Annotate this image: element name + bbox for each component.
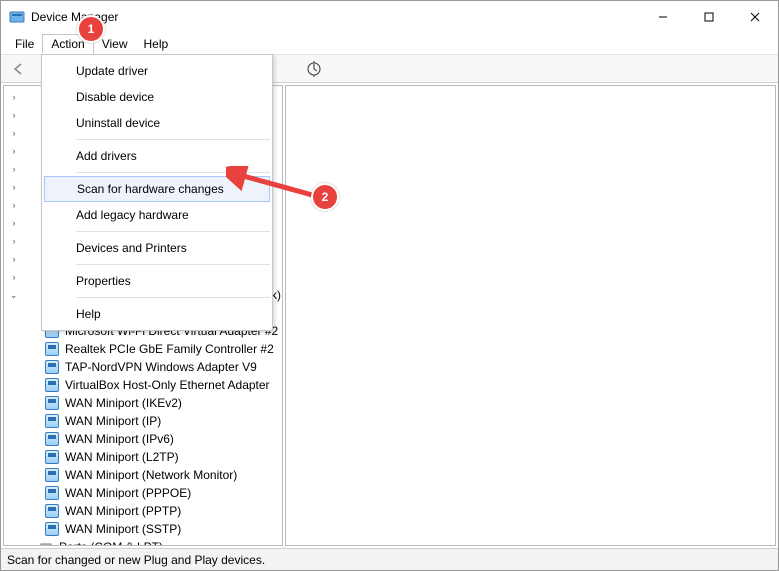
tree-device[interactable]: WAN Miniport (IPv6) (4, 430, 282, 448)
menu-item-label: Add legacy hardware (76, 208, 189, 222)
network-adapter-icon (44, 485, 60, 501)
menu-help[interactable]: Help (136, 35, 177, 53)
tree-device[interactable]: WAN Miniport (L2TP) (4, 448, 282, 466)
chevron-right-icon: › (8, 181, 20, 193)
device-label: WAN Miniport (Network Monitor) (64, 468, 238, 482)
device-label: TAP-NordVPN Windows Adapter V9 (64, 360, 258, 374)
menu-separator (76, 139, 270, 140)
tree-device[interactable]: WAN Miniport (IKEv2) (4, 394, 282, 412)
scan-hardware-icon[interactable] (302, 57, 326, 81)
status-text: Scan for changed or new Plug and Play de… (7, 553, 265, 567)
network-adapter-icon (44, 341, 60, 357)
minimize-button[interactable] (640, 1, 686, 33)
tree-device[interactable]: VirtualBox Host-Only Ethernet Adapter (4, 376, 282, 394)
device-label: WAN Miniport (L2TP) (64, 450, 180, 464)
network-adapter-icon (44, 467, 60, 483)
tree-node-label: Ports (COM & LPT) (58, 540, 164, 545)
tree-node-ports[interactable]: › Ports (COM & LPT) (4, 538, 282, 545)
network-adapter-icon (44, 521, 60, 537)
network-adapter-icon (44, 449, 60, 465)
chevron-right-icon: › (26, 541, 38, 545)
chevron-down-icon: ⌄ (8, 289, 19, 301)
menu-properties[interactable]: Properties (42, 268, 272, 294)
close-button[interactable] (732, 1, 778, 33)
status-bar: Scan for changed or new Plug and Play de… (1, 548, 778, 570)
tree-device[interactable]: WAN Miniport (Network Monitor) (4, 466, 282, 484)
ports-icon (38, 539, 54, 545)
tree-device[interactable]: WAN Miniport (IP) (4, 412, 282, 430)
menu-disable-device[interactable]: Disable device (42, 84, 272, 110)
device-label: WAN Miniport (SSTP) (64, 522, 182, 536)
details-pane (285, 85, 776, 546)
menu-devices-printers[interactable]: Devices and Printers (42, 235, 272, 261)
tree-device[interactable]: TAP-NordVPN Windows Adapter V9 (4, 358, 282, 376)
menu-item-label: Disable device (76, 90, 154, 104)
annotation-callout-1: 1 (77, 15, 105, 43)
chevron-right-icon: › (8, 271, 20, 283)
chevron-right-icon: › (8, 235, 20, 247)
app-icon (9, 9, 25, 25)
callout-number: 1 (88, 22, 95, 36)
device-label: WAN Miniport (IP) (64, 414, 162, 428)
menu-file[interactable]: File (7, 35, 42, 53)
back-button[interactable] (7, 57, 31, 81)
tree-device[interactable]: WAN Miniport (PPPOE) (4, 484, 282, 502)
chevron-right-icon: › (8, 163, 20, 175)
tree-device[interactable]: WAN Miniport (SSTP) (4, 520, 282, 538)
network-adapter-icon (44, 359, 60, 375)
device-label: WAN Miniport (PPPOE) (64, 486, 192, 500)
network-adapter-icon (44, 503, 60, 519)
annotation-callout-2: 2 (311, 183, 339, 211)
network-adapter-icon (44, 431, 60, 447)
device-label: Realtek PCIe GbE Family Controller #2 (64, 342, 275, 356)
menu-item-label: Help (76, 307, 101, 321)
chevron-right-icon: › (8, 109, 20, 121)
menu-item-label: Update driver (76, 64, 148, 78)
network-adapter-icon (44, 413, 60, 429)
menu-uninstall-device[interactable]: Uninstall device (42, 110, 272, 136)
chevron-right-icon: › (8, 145, 20, 157)
menu-item-label: Uninstall device (76, 116, 160, 130)
menu-separator (76, 297, 270, 298)
menu-item-label: Devices and Printers (76, 241, 187, 255)
device-label: WAN Miniport (IKEv2) (64, 396, 183, 410)
tree-device[interactable]: WAN Miniport (PPTP) (4, 502, 282, 520)
window-title: Device Manager (31, 10, 640, 24)
menu-item-label: Properties (76, 274, 131, 288)
menu-bar: File Action View Help (1, 33, 778, 55)
chevron-right-icon: › (8, 217, 20, 229)
network-adapter-icon (44, 395, 60, 411)
chevron-right-icon: › (8, 127, 20, 139)
menu-separator (76, 264, 270, 265)
tree-device[interactable]: Realtek PCIe GbE Family Controller #2 (4, 340, 282, 358)
menu-separator (76, 231, 270, 232)
chevron-right-icon: › (8, 199, 20, 211)
device-label: WAN Miniport (PPTP) (64, 504, 182, 518)
menu-update-driver[interactable]: Update driver (42, 58, 272, 84)
title-bar: Device Manager (1, 1, 778, 33)
network-adapter-icon (44, 377, 60, 393)
menu-item-label: Add drivers (76, 149, 137, 163)
menu-help[interactable]: Help (42, 301, 272, 327)
device-label: WAN Miniport (IPv6) (64, 432, 175, 446)
callout-number: 2 (322, 190, 329, 204)
chevron-right-icon: › (8, 253, 20, 265)
menu-item-label: Scan for hardware changes (77, 182, 224, 196)
maximize-button[interactable] (686, 1, 732, 33)
device-label: VirtualBox Host-Only Ethernet Adapter (64, 378, 271, 392)
chevron-right-icon: › (8, 91, 20, 103)
